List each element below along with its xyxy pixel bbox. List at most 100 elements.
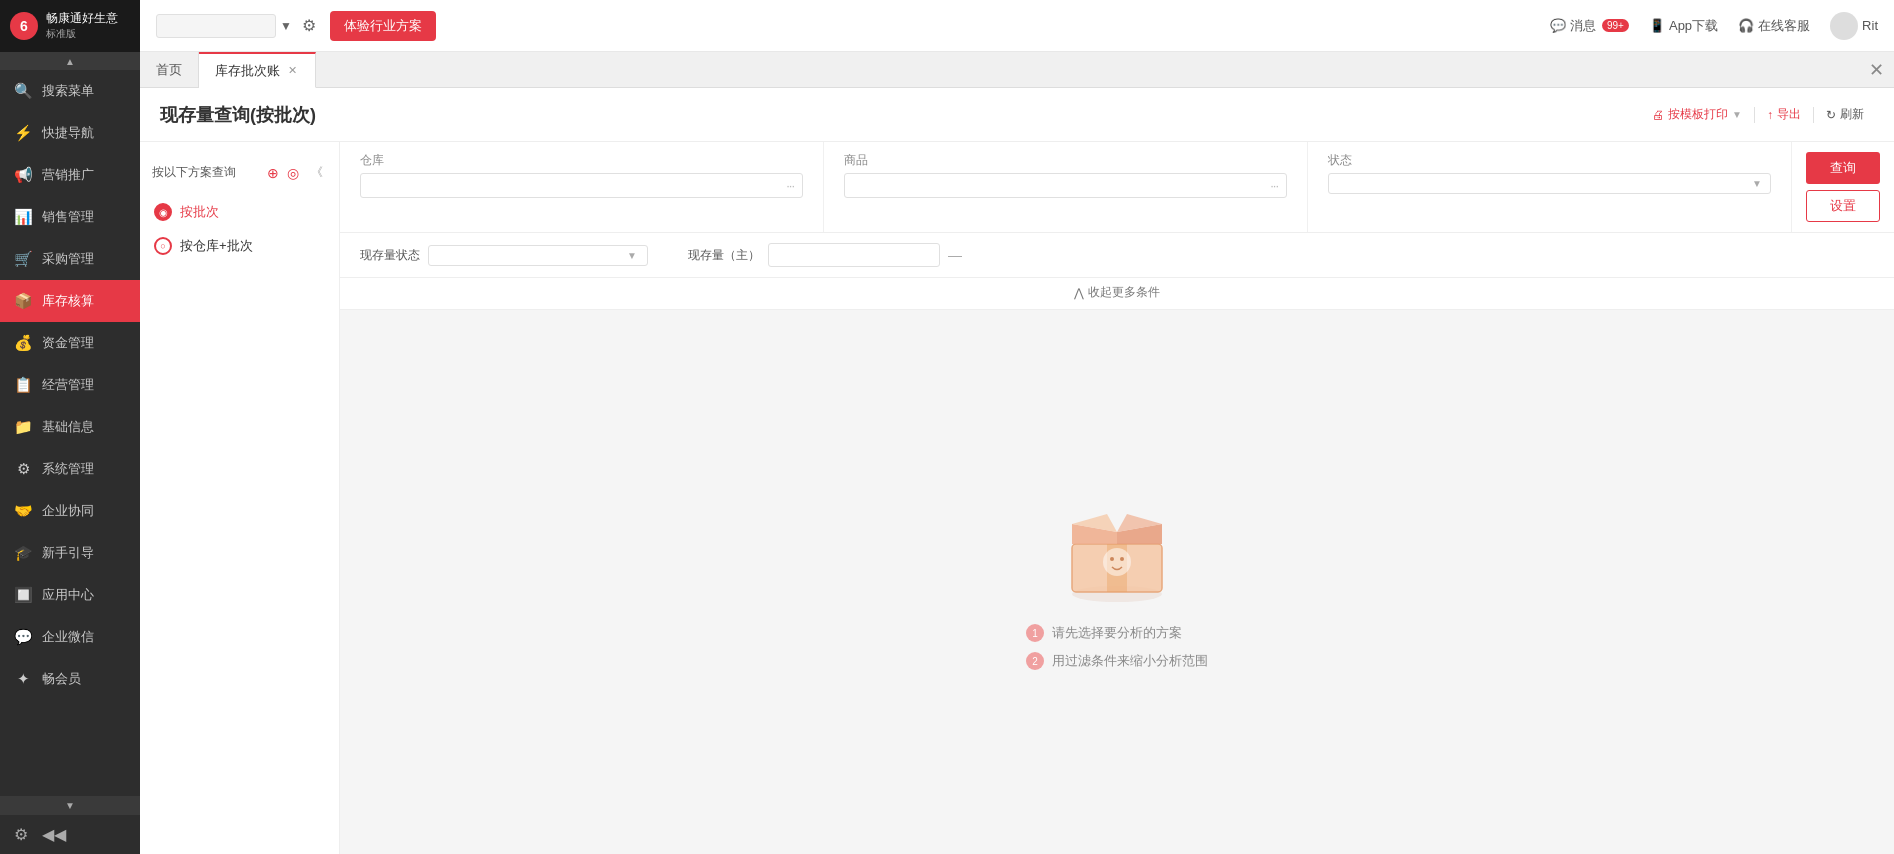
warehouse-dots[interactable]: ··· (786, 178, 794, 193)
sidebar-item-label: 营销推广 (42, 166, 94, 184)
plan-item-by-batch[interactable]: ◉ 按批次 (140, 195, 339, 229)
sidebar-item-label: 系统管理 (42, 460, 94, 478)
tab-inventory-batch[interactable]: 库存批次账 ✕ (199, 52, 316, 88)
stock-status-select[interactable]: ▼ (428, 245, 648, 266)
sidebar-scroll-up[interactable]: ▲ (0, 52, 140, 70)
sidebar-item-inventory[interactable]: 📦 库存核算 (0, 280, 140, 322)
sidebar-item-label: 销售管理 (42, 208, 94, 226)
experience-btn[interactable]: 体验行业方案 (330, 11, 436, 41)
sidebar-footer: ⚙ ◀◀ (0, 814, 140, 854)
app-download-action[interactable]: 📱 App下载 (1649, 17, 1718, 35)
export-btn[interactable]: ↑ 导出 (1757, 100, 1811, 129)
sidebar-item-label: 经营管理 (42, 376, 94, 394)
search-icon: 🔍 (14, 82, 32, 100)
sidebar-item-purchase[interactable]: 🛒 采购管理 (0, 238, 140, 280)
phone-icon: 📱 (1649, 18, 1665, 33)
warehouse-input[interactable] (369, 179, 782, 193)
sidebar: 6 畅康通好生意 标准版 ▲ 🔍 搜索菜单 ⚡ 快捷导航 📢 营销推广 📊 销售… (0, 0, 140, 854)
stock-status-label: 现存量状态 (360, 247, 420, 264)
topbar-search-area: ▼ (156, 14, 292, 38)
sidebar-item-finance[interactable]: 💰 资金管理 (0, 322, 140, 364)
topbar-search-input[interactable] (156, 14, 276, 38)
marketing-icon: 📢 (14, 166, 32, 184)
sidebar-item-label: 企业微信 (42, 628, 94, 646)
step1-text: 请先选择要分析的方案 (1052, 624, 1182, 642)
collapse-label: 收起更多条件 (1088, 284, 1160, 301)
sidebar-header: 6 畅康通好生意 标准版 (0, 0, 140, 52)
close-all-tabs-icon[interactable]: ✕ (1869, 61, 1884, 79)
plan-active-icon: ◉ (154, 203, 172, 221)
product-input[interactable] (853, 179, 1266, 193)
sales-icon: 📊 (14, 208, 32, 226)
collapse-sidebar-icon[interactable]: ◀◀ (42, 825, 66, 844)
right-panel: 仓库 ··· 商品 ··· (340, 142, 1894, 854)
sidebar-item-label: 搜索菜单 (42, 82, 94, 100)
empty-step-2: 2 用过滤条件来缩小分析范围 (1026, 652, 1208, 670)
tab-close-icon[interactable]: ✕ (286, 64, 299, 77)
query-btn[interactable]: 查询 (1806, 152, 1880, 184)
sidebar-item-marketing[interactable]: 📢 营销推广 (0, 154, 140, 196)
stock-qty-from-input[interactable] (779, 248, 929, 262)
system-icon: ⚙ (14, 460, 32, 478)
online-support-action[interactable]: 🎧 在线客服 (1738, 17, 1810, 35)
sidebar-item-quick-nav[interactable]: ⚡ 快捷导航 (0, 112, 140, 154)
avatar (1830, 12, 1858, 40)
empty-box-svg (1052, 494, 1182, 604)
settings-plan-icon[interactable]: ◎ (287, 165, 299, 181)
sidebar-item-operations[interactable]: 📋 经营管理 (0, 364, 140, 406)
sidebar-scroll-down[interactable]: ▼ (0, 796, 140, 814)
tab-close-all-area: ✕ (1869, 61, 1894, 79)
product-dots[interactable]: ··· (1270, 178, 1278, 193)
wechat-icon: 💬 (14, 628, 32, 646)
finance-icon: 💰 (14, 334, 32, 352)
sidebar-item-wechat[interactable]: 💬 企业微信 (0, 616, 140, 658)
plan-item-by-warehouse-batch[interactable]: ○ 按仓库+批次 (140, 229, 339, 263)
sidebar-item-sales[interactable]: 📊 销售管理 (0, 196, 140, 238)
app-center-icon: 🔲 (14, 586, 32, 604)
sidebar-item-label: 企业协同 (42, 502, 94, 520)
step2-text: 用过滤条件来缩小分析范围 (1052, 652, 1208, 670)
print-btn[interactable]: 🖨 按模板打印 ▼ (1642, 100, 1752, 129)
refresh-btn[interactable]: ↻ 刷新 (1816, 100, 1874, 129)
header-right-actions: 🖨 按模板打印 ▼ ↑ 导出 ↻ 刷新 (1642, 100, 1874, 129)
collapse-more-row[interactable]: ⋀ 收起更多条件 (340, 278, 1894, 310)
messages-label: 消息 (1570, 17, 1596, 35)
collapse-left-panel-icon[interactable]: 《 (307, 160, 327, 185)
sidebar-item-app-center[interactable]: 🔲 应用中心 (0, 574, 140, 616)
sidebar-item-newbie[interactable]: 🎓 新手引导 (0, 532, 140, 574)
tabbar: 首页 库存批次账 ✕ ✕ (140, 52, 1894, 88)
topbar-dropdown-btn[interactable]: ▼ (280, 19, 292, 33)
settings-icon[interactable]: ⚙ (14, 825, 28, 844)
plan-label: 按仓库+批次 (180, 237, 253, 255)
main-area: ▼ ⚙ 体验行业方案 💬 消息 99+ 📱 App下载 🎧 在线客服 Rit (140, 0, 1894, 854)
app-info: 畅康通好生意 标准版 (46, 11, 118, 41)
newbie-icon: 🎓 (14, 544, 32, 562)
empty-illustration (1052, 494, 1182, 604)
filter-area: 仓库 ··· 商品 ··· (340, 142, 1894, 310)
sidebar-item-label: 基础信息 (42, 418, 94, 436)
settings-btn[interactable]: 设置 (1806, 190, 1880, 222)
sidebar-item-system[interactable]: ⚙ 系统管理 (0, 448, 140, 490)
sidebar-item-enterprise[interactable]: 🤝 企业协同 (0, 490, 140, 532)
sidebar-item-label: 畅会员 (42, 670, 81, 688)
user-action[interactable]: Rit (1830, 12, 1878, 40)
plan-label: 按批次 (180, 203, 219, 221)
quick-nav-icon: ⚡ (14, 124, 32, 142)
topbar-gear-icon[interactable]: ⚙ (302, 16, 316, 35)
left-panel: 按以下方案查询 ⊕ ◎ 《 ◉ 按批次 ○ 按仓库+批次 (140, 142, 340, 854)
empty-step-1: 1 请先选择要分析的方案 (1026, 624, 1208, 642)
left-panel-title: 按以下方案查询 (152, 164, 236, 181)
sidebar-item-member[interactable]: ✦ 畅会员 (0, 658, 140, 700)
product-label: 商品 (844, 152, 1287, 169)
refresh-icon: ↻ (1826, 108, 1836, 122)
headset-icon: 🎧 (1738, 18, 1754, 33)
messages-action[interactable]: 💬 消息 99+ (1550, 17, 1629, 35)
sidebar-item-basics[interactable]: 📁 基础信息 (0, 406, 140, 448)
svg-point-4 (1103, 548, 1131, 576)
topbar-right: 💬 消息 99+ 📱 App下载 🎧 在线客服 Rit (1550, 12, 1878, 40)
add-plan-icon[interactable]: ⊕ (267, 165, 279, 181)
sidebar-item-search[interactable]: 🔍 搜索菜单 (0, 70, 140, 112)
sidebar-item-label: 资金管理 (42, 334, 94, 352)
svg-point-5 (1110, 557, 1114, 561)
tab-home[interactable]: 首页 (140, 52, 199, 88)
